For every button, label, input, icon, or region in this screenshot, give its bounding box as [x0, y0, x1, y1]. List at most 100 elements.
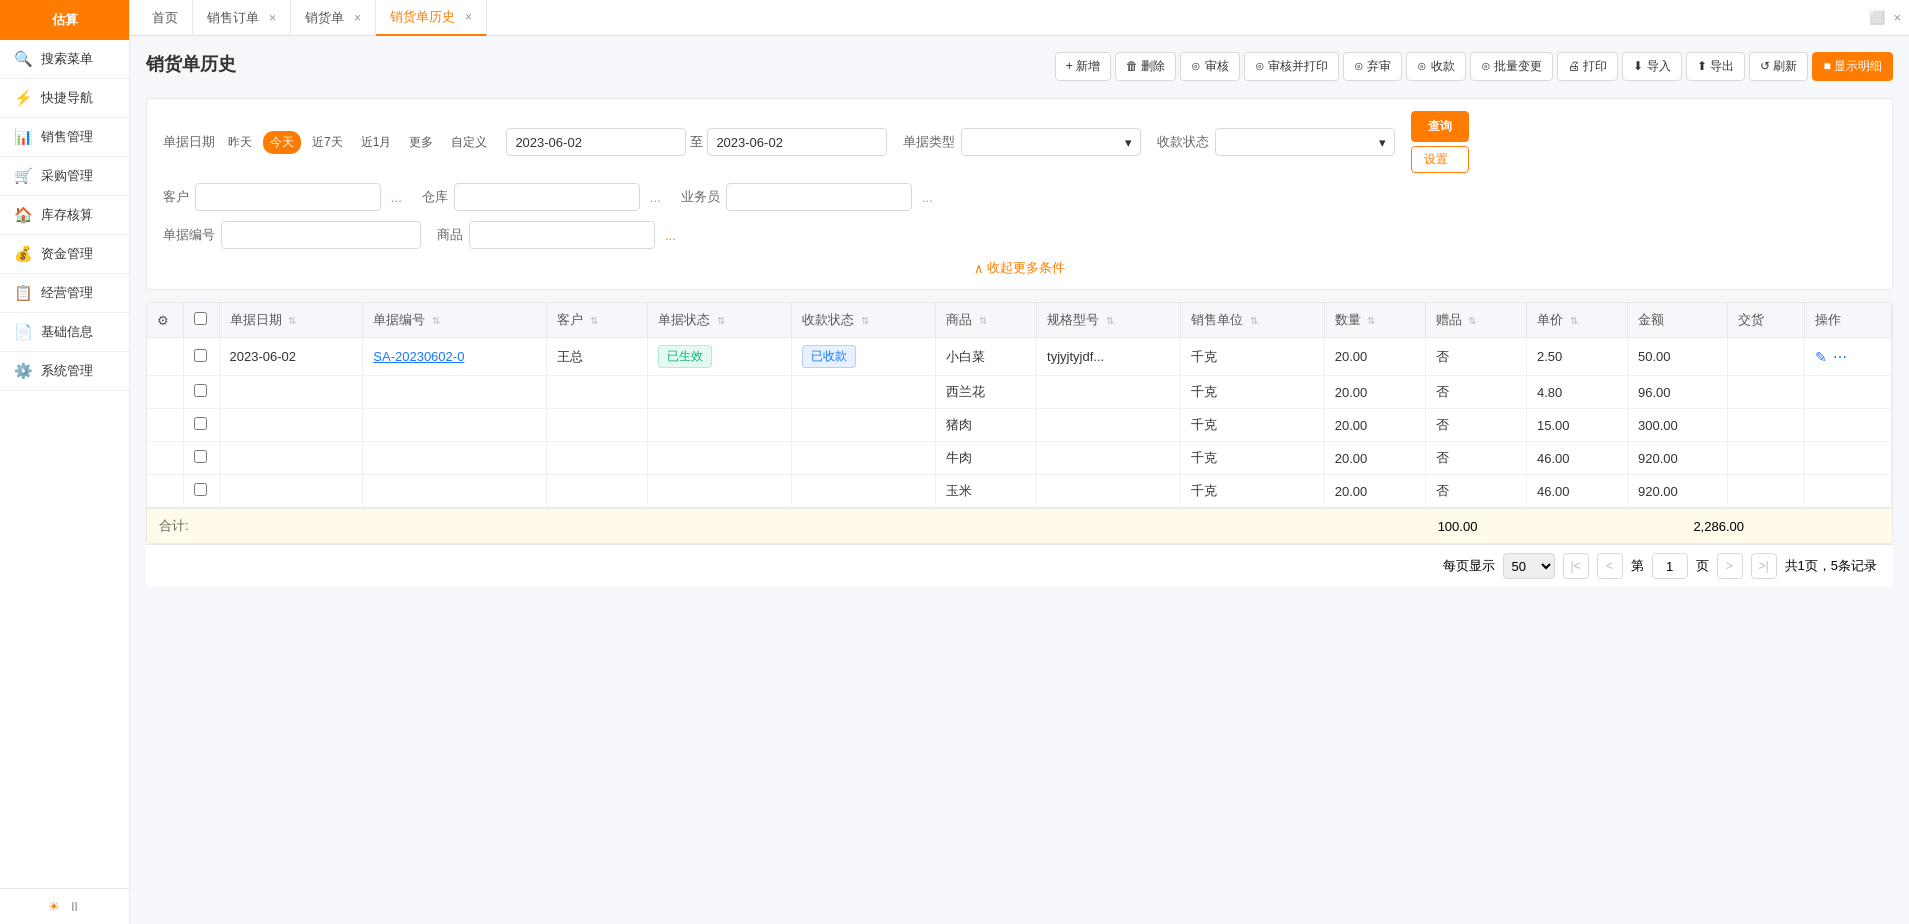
first-page-btn[interactable]: |<	[1563, 553, 1589, 579]
sidebar-item-finance-mgmt[interactable]: 💰 资金管理	[0, 235, 129, 274]
tab-home[interactable]: 首页	[138, 0, 193, 36]
audit-button[interactable]: ⊙ 审核	[1180, 52, 1239, 81]
sort-price-icon[interactable]: ⇅	[1570, 315, 1578, 326]
select-all-checkbox[interactable]	[194, 312, 207, 325]
date-tag-more[interactable]: 更多	[402, 131, 440, 154]
sidebar-item-sales-mgmt[interactable]: 📊 销售管理	[0, 118, 129, 157]
sidebar-item-quick-nav[interactable]: ⚡ 快捷导航	[0, 79, 129, 118]
date-tag-yesterday[interactable]: 昨天	[221, 131, 259, 154]
th-doc-status-label: 单据状态	[658, 312, 710, 327]
date-tag-today[interactable]: 今天	[263, 131, 301, 154]
doc-no-input[interactable]	[221, 221, 421, 249]
date-to-input[interactable]	[707, 128, 887, 156]
tab-sales-goods-history-close[interactable]: ×	[465, 10, 472, 24]
row-goods: 玉米	[935, 475, 1036, 508]
audit-print-button[interactable]: ⊙ 审核并打印	[1244, 52, 1339, 81]
sort-docno-icon[interactable]: ⇅	[432, 315, 440, 326]
more-icon[interactable]: ⋯	[1833, 349, 1847, 365]
row-checkbox[interactable]	[194, 349, 207, 362]
sort-spec-icon[interactable]: ⇅	[1106, 315, 1114, 326]
last-page-btn[interactable]: >|	[1751, 553, 1777, 579]
tab-sales-order-close[interactable]: ×	[269, 11, 276, 25]
edit-icon[interactable]: ✎	[1815, 349, 1827, 365]
row-checkbox[interactable]	[194, 417, 207, 430]
row-collect-status	[792, 409, 936, 442]
settings-gear-icon[interactable]: ⚙	[157, 313, 169, 328]
salesperson-ellipsis[interactable]: ...	[918, 190, 937, 205]
sidebar-bottom-icon2[interactable]: ⏸	[68, 899, 81, 914]
row-checkbox[interactable]	[194, 450, 207, 463]
sort-collectstatus-icon[interactable]: ⇅	[861, 315, 869, 326]
sidebar-item-sys-mgmt[interactable]: ⚙️ 系统管理	[0, 352, 129, 391]
export-button[interactable]: ⬆ 导出	[1686, 52, 1745, 81]
filter-row-2: 客户 ... 仓库 ... 业务员 ...	[163, 183, 1876, 211]
warehouse-input[interactable]	[454, 183, 640, 211]
sort-date-icon[interactable]: ⇅	[288, 315, 296, 326]
sidebar-item-search-menu[interactable]: 🔍 搜索菜单	[0, 40, 129, 79]
date-tag-7days[interactable]: 近7天	[305, 131, 350, 154]
sort-unit-icon[interactable]: ⇅	[1250, 315, 1258, 326]
total-label: 合计:	[159, 517, 189, 535]
goods-ellipsis[interactable]: ...	[661, 228, 680, 243]
customer-ellipsis[interactable]: ...	[387, 190, 406, 205]
print-button[interactable]: 🖨 打印	[1557, 52, 1618, 81]
goods-input[interactable]	[469, 221, 655, 249]
row-collect-status	[792, 442, 936, 475]
th-quantity-label: 数量	[1335, 312, 1361, 327]
tab-sales-goods-close[interactable]: ×	[354, 11, 361, 25]
sort-gift-icon[interactable]: ⇅	[1468, 315, 1476, 326]
per-page-select[interactable]: 50 100 200	[1503, 553, 1555, 579]
salesperson-input[interactable]	[726, 183, 912, 211]
th-unit-price: 单价 ⇅	[1526, 303, 1627, 338]
delete-button[interactable]: 🗑 删除	[1115, 52, 1176, 81]
warehouse-ellipsis[interactable]: ...	[646, 190, 665, 205]
collapse-button[interactable]: ∧ 收起更多条件	[163, 259, 1876, 277]
sidebar-item-label: 采购管理	[41, 167, 93, 185]
doc-no-link[interactable]: SA-20230602-0	[373, 349, 464, 364]
tab-close-all-icon[interactable]: ×	[1893, 10, 1901, 25]
sidebar-bottom-icon1[interactable]: ☀	[48, 899, 60, 914]
th-operation-label: 操作	[1815, 312, 1841, 327]
row-doc-no: SA-20230602-0	[363, 338, 547, 376]
collect-status-select[interactable]: ▾	[1215, 128, 1395, 156]
show-detail-button[interactable]: ■ 显示明细	[1812, 52, 1893, 81]
batch-change-button[interactable]: ⊙ 批量变更	[1470, 52, 1553, 81]
sidebar-item-inventory[interactable]: 🏠 库存核算	[0, 196, 129, 235]
sidebar-item-basic-info[interactable]: 📄 基础信息	[0, 313, 129, 352]
page-unit: 页	[1696, 557, 1709, 575]
settings-button[interactable]: 设置	[1411, 146, 1469, 173]
prev-page-btn[interactable]: <	[1597, 553, 1623, 579]
main-content: 首页 销售订单 × 销货单 × 销货单历史 × ⬜ × 销货单历史 + 新增 🗑…	[130, 0, 1909, 924]
collect-button[interactable]: ⊙ 收款	[1406, 52, 1465, 81]
sidebar-item-purchase-mgmt[interactable]: 🛒 采购管理	[0, 157, 129, 196]
sort-goods-icon[interactable]: ⇅	[979, 315, 987, 326]
row-checkbox[interactable]	[194, 483, 207, 496]
customer-input[interactable]	[195, 183, 381, 211]
cart-icon: 🛒	[14, 167, 33, 185]
row-sales-unit: 千克	[1180, 376, 1324, 409]
tab-maximize-icon[interactable]: ⬜	[1869, 10, 1885, 25]
row-checkbox[interactable]	[194, 384, 207, 397]
next-page-btn[interactable]: >	[1717, 553, 1743, 579]
doc-type-select[interactable]: ▾	[961, 128, 1141, 156]
sidebar-item-ops-mgmt[interactable]: 📋 经营管理	[0, 274, 129, 313]
sort-qty-icon[interactable]: ⇅	[1367, 315, 1375, 326]
date-from-input[interactable]	[506, 128, 686, 156]
logo-text: 估算	[52, 11, 78, 29]
import-button[interactable]: ⬇ 导入	[1622, 52, 1681, 81]
sort-docstatus-icon[interactable]: ⇅	[717, 315, 725, 326]
discard-button[interactable]: ⊙ 弃审	[1343, 52, 1402, 81]
sort-customer-icon[interactable]: ⇅	[590, 315, 598, 326]
tab-sales-goods[interactable]: 销货单 ×	[291, 0, 376, 36]
action-icons: ✎ ⋯	[1815, 349, 1881, 365]
date-tag-1month[interactable]: 近1月	[354, 131, 399, 154]
date-tag-custom[interactable]: 自定义	[444, 131, 494, 154]
tab-sales-order[interactable]: 销售订单 ×	[193, 0, 291, 36]
tab-sales-goods-history[interactable]: 销货单历史 ×	[376, 0, 487, 36]
new-button[interactable]: + 新增	[1055, 52, 1111, 81]
page-number-input[interactable]	[1652, 553, 1688, 579]
th-gear[interactable]: ⚙	[147, 303, 183, 338]
filter-warehouse: 仓库 ...	[422, 183, 665, 211]
query-button[interactable]: 查询	[1411, 111, 1469, 142]
refresh-button[interactable]: ↺ 刷新	[1749, 52, 1808, 81]
